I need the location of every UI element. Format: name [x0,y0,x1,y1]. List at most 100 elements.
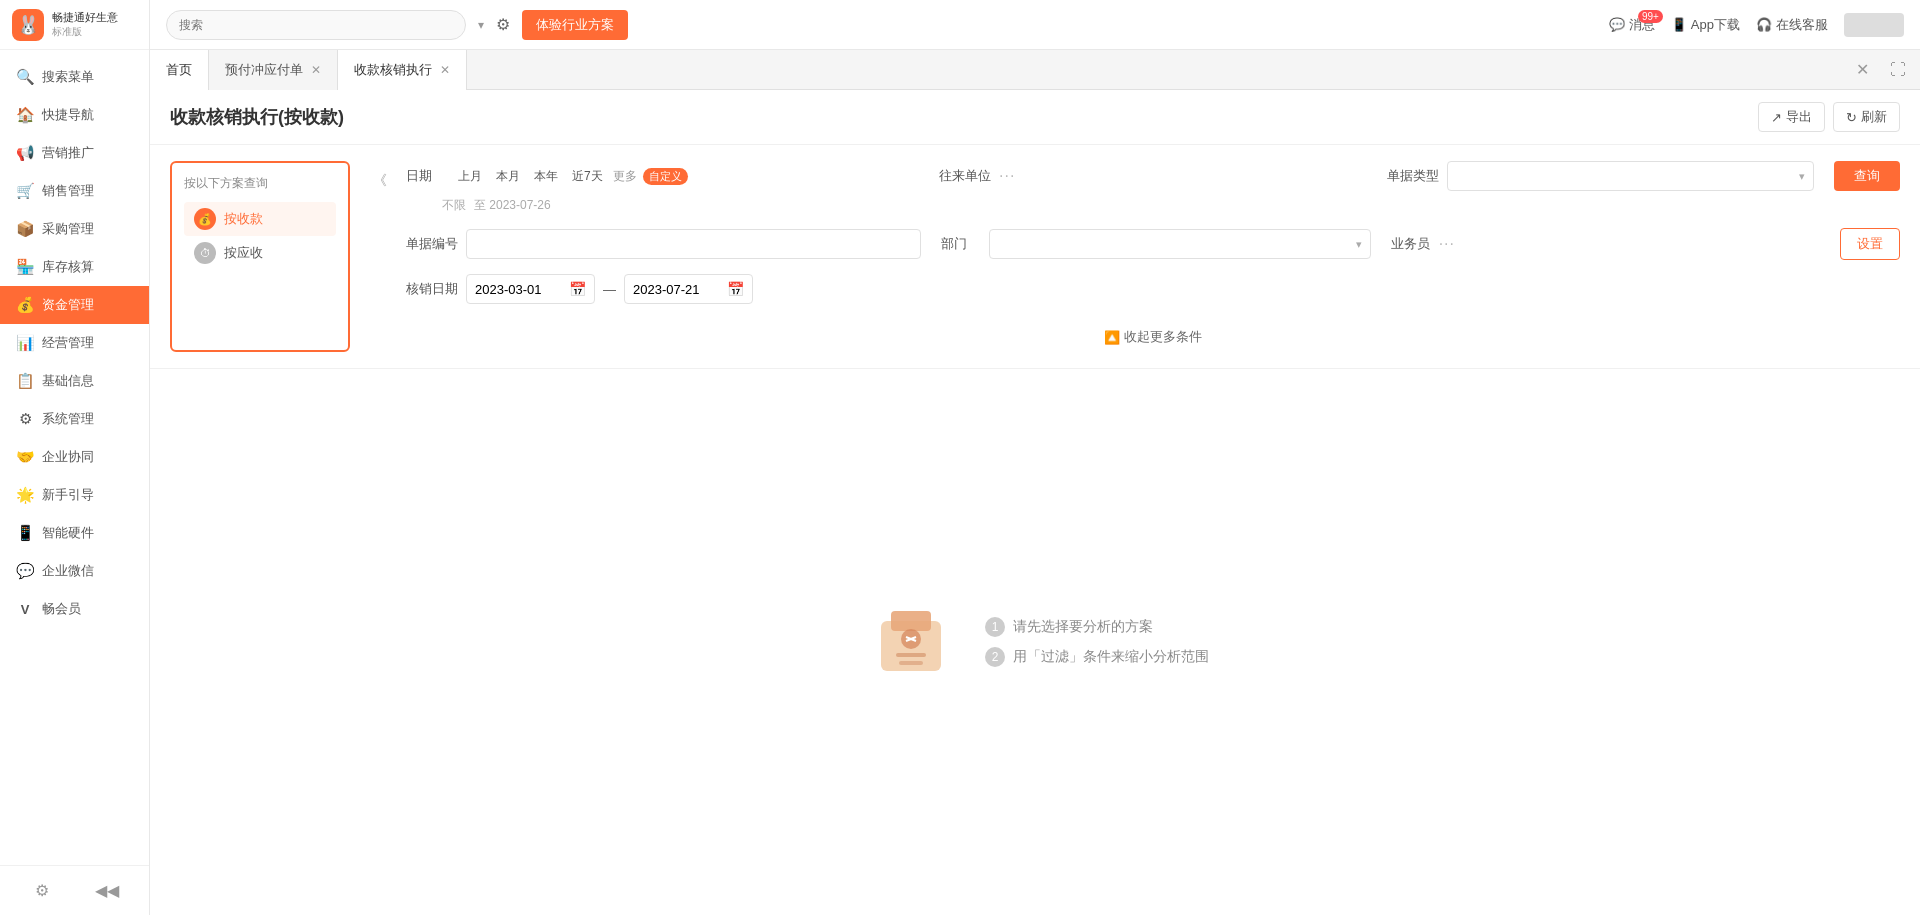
date-shortcut-7days[interactable]: 近7天 [568,166,607,187]
tab-home[interactable]: 首页 [150,50,209,90]
headset-icon: 🎧 [1756,17,1772,32]
sidebar-item-marketing[interactable]: 📢 营销推广 [0,134,149,172]
main-area: ▾ ⚙ 体验行业方案 💬 消息 99+ 📱 App下载 🎧 在线客服 首页 [150,0,1920,915]
sidebar-item-label: 采购管理 [42,220,94,238]
filter-row-2: 单据编号 部门 ▾ 业务员 ··· [406,228,1900,260]
dept-arrow-icon: ▾ [1356,238,1362,251]
filter-option-by-receipt[interactable]: 💰 按收款 [184,202,336,236]
doc-no-field: 单据编号 [406,229,921,259]
maximize-icon[interactable]: ⛶ [1884,56,1912,84]
date-no-limit: 不限 [442,197,466,214]
purchase-icon: 📦 [16,220,34,238]
svg-rect-5 [896,653,926,657]
search-chevron-icon[interactable]: ▾ [478,18,484,32]
tab-receipt-close-icon[interactable]: ✕ [440,63,450,77]
collapse-up-icon: 🔼 [1104,330,1120,345]
receivable-option-icon: ⏱ [194,242,216,264]
writeoff-end-input[interactable] [633,282,723,297]
topbar-gear-icon[interactable]: ⚙ [496,15,510,34]
tabbar-actions: ✕ ⛶ [1848,56,1920,84]
service-button[interactable]: 🎧 在线客服 [1756,16,1828,34]
date-label: 日期 [406,167,446,185]
message-badge: 99+ [1638,10,1663,23]
sidebar-item-guide[interactable]: 🌟 新手引导 [0,476,149,514]
message-button[interactable]: 💬 消息 99+ [1609,16,1655,34]
date-shortcut-last-month[interactable]: 上月 [454,166,486,187]
collapse-more-label: 收起更多条件 [1124,328,1202,346]
writeoff-start-input[interactable] [475,282,565,297]
settings-footer-icon[interactable]: ⚙ [26,875,58,907]
sidebar-item-biz-mgmt[interactable]: 📊 经营管理 [0,324,149,362]
doc-no-input[interactable] [466,229,921,259]
search-input[interactable] [166,10,466,40]
sidebar-item-collab[interactable]: 🤝 企业协同 [0,438,149,476]
tab-prepay-label: 预付冲应付单 [225,61,303,79]
app-label: App下载 [1691,16,1740,34]
receipt-option-label: 按收款 [224,210,263,228]
sidebar-item-basic-info[interactable]: 📋 基础信息 [0,362,149,400]
writeoff-date-range: 📅 — 📅 [466,274,753,304]
date-shortcuts-group: 上月 本月 本年 近7天 更多 自定义 [454,166,919,187]
tip-num-2: 2 [985,647,1005,667]
date-more[interactable]: 更多 [613,168,637,185]
date-sub-row: 不限 至 2023-07-26 [406,197,1900,214]
empty-state: 1 请先选择要分析的方案 2 用「过滤」条件来缩小分析范围 [150,369,1920,915]
tab-prepay-close-icon[interactable]: ✕ [311,63,321,77]
receipt-option-icon: 💰 [194,208,216,230]
staff-dots-icon[interactable]: ··· [1439,235,1455,253]
tab-prepay[interactable]: 预付冲应付单 ✕ [209,50,338,90]
finance-icon: 💰 [16,296,34,314]
page-title: 收款核销执行(按收款) [170,105,344,129]
refresh-button[interactable]: ↻ 刷新 [1833,102,1900,132]
filter-main: 日期 上月 本月 本年 近7天 更多 自定义 往来单位 ··· [406,161,1900,352]
sidebar-item-inventory[interactable]: 🏪 库存核算 [0,248,149,286]
page-actions: ↗ 导出 ↻ 刷新 [1758,102,1900,132]
doc-type-select[interactable]: ▾ [1447,161,1815,191]
empty-tip-2: 2 用「过滤」条件来缩小分析范围 [985,647,1209,667]
date-dash: — [603,282,616,297]
sidebar-item-wechat[interactable]: 💬 企业微信 [0,552,149,590]
dept-select[interactable]: ▾ [989,229,1370,259]
page-header: 收款核销执行(按收款) ↗ 导出 ↻ 刷新 [150,90,1920,145]
calendar-end-icon[interactable]: 📅 [727,281,744,297]
sidebar-item-hardware[interactable]: 📱 智能硬件 [0,514,149,552]
sidebar-item-label: 销售管理 [42,182,94,200]
sidebar-item-member[interactable]: V 畅会员 [0,590,149,628]
settings-button[interactable]: 设置 [1840,228,1900,260]
sidebar-item-search[interactable]: 🔍 搜索菜单 [0,58,149,96]
sidebar-nav: 🔍 搜索菜单 🏠 快捷导航 📢 营销推广 🛒 销售管理 📦 采购管理 🏪 库存核… [0,50,149,865]
collapse-filter-icon[interactable]: 《 [370,171,390,191]
wechat-icon: 💬 [16,562,34,580]
solution-button[interactable]: 体验行业方案 [522,10,628,40]
doc-type-field: 单据类型 ▾ [1387,161,1815,191]
tab-receipt[interactable]: 收款核销执行 ✕ [338,50,467,90]
calendar-start-icon[interactable]: 📅 [569,281,586,297]
sidebar-item-sales[interactable]: 🛒 销售管理 [0,172,149,210]
sidebar-item-sys-mgmt[interactable]: ⚙ 系统管理 [0,400,149,438]
date-shortcut-this-year[interactable]: 本年 [530,166,562,187]
app-name: 畅捷通好生意 [52,10,118,24]
filter-option-by-receivable[interactable]: ⏱ 按应收 [184,236,336,270]
date-custom-badge[interactable]: 自定义 [643,168,688,185]
logo-icon: 🐰 [12,9,44,41]
sidebar-item-finance[interactable]: 💰 资金管理 [0,286,149,324]
sidebar-item-label: 搜索菜单 [42,68,94,86]
unit-dots-icon[interactable]: ··· [999,167,1015,185]
collapse-sidebar-icon[interactable]: ◀◀ [91,875,123,907]
logo-area: 🐰 畅捷通好生意 标准版 [0,0,149,50]
topbar-right: 💬 消息 99+ 📱 App下载 🎧 在线客服 [1609,13,1904,37]
filter-panel: 按以下方案查询 💰 按收款 ⏱ 按应收 《 日期 [150,145,1920,369]
export-button[interactable]: ↗ 导出 [1758,102,1825,132]
tip-num-1: 1 [985,617,1005,637]
app-download-button[interactable]: 📱 App下载 [1671,16,1740,34]
collapse-more-button[interactable]: 🔼 收起更多条件 [406,322,1900,352]
guide-icon: 🌟 [16,486,34,504]
sidebar-item-quick-nav[interactable]: 🏠 快捷导航 [0,96,149,134]
empty-tips: 1 请先选择要分析的方案 2 用「过滤」条件来缩小分析范围 [985,617,1209,667]
close-window-icon[interactable]: ✕ [1848,56,1876,84]
query-button[interactable]: 查询 [1834,161,1900,191]
user-avatar[interactable] [1844,13,1904,37]
date-shortcut-this-month[interactable]: 本月 [492,166,524,187]
sidebar-item-purchase[interactable]: 📦 采购管理 [0,210,149,248]
tabbar: 首页 预付冲应付单 ✕ 收款核销执行 ✕ ✕ ⛶ [150,50,1920,90]
